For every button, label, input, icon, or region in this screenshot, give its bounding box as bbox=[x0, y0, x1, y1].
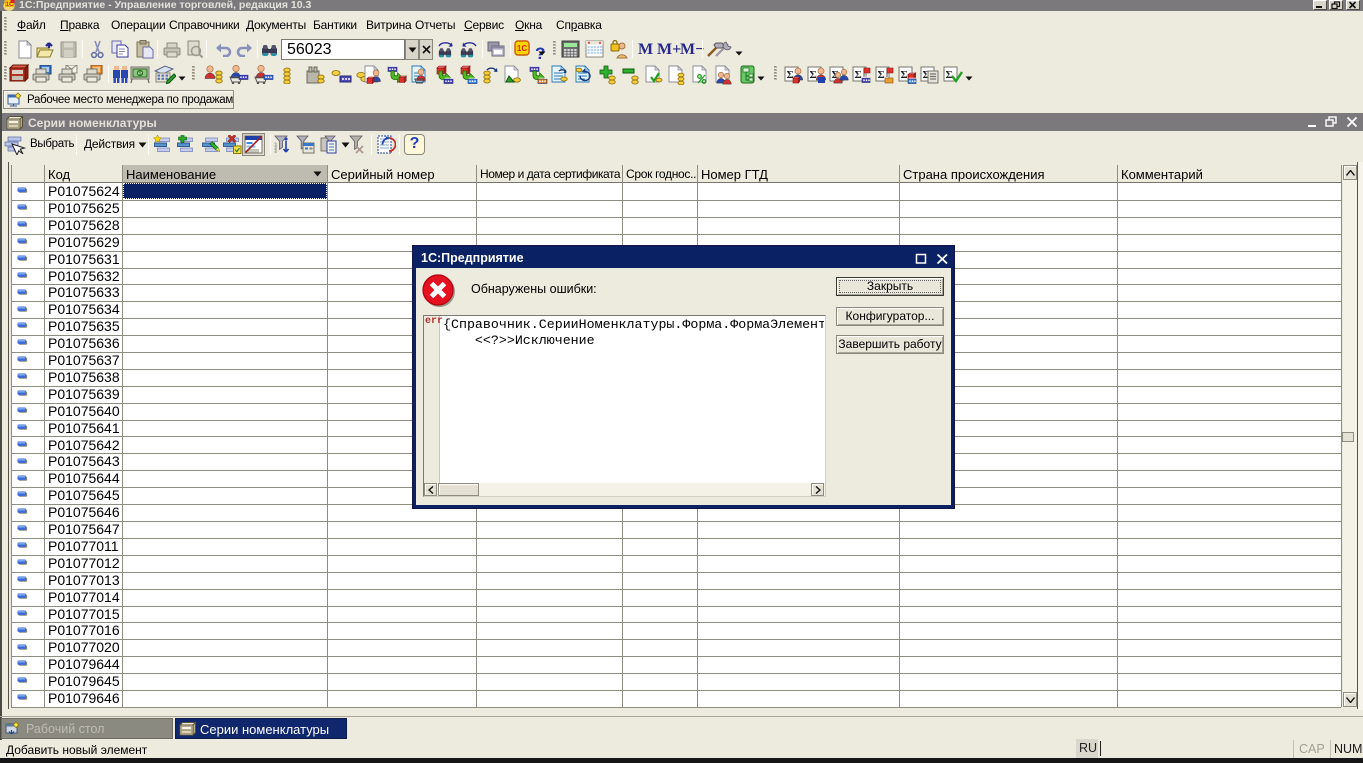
svg-text:Σ: Σ bbox=[878, 69, 885, 81]
svg-text:Σ: Σ bbox=[787, 69, 794, 81]
svg-text:1С: 1С bbox=[517, 44, 527, 53]
svg-text:Σ: Σ bbox=[810, 69, 817, 81]
svg-text:Σ: Σ bbox=[946, 69, 953, 81]
svg-text:$: $ bbox=[138, 71, 141, 77]
svg-text:Σ: Σ bbox=[901, 69, 908, 81]
svg-text:Σ: Σ bbox=[855, 69, 862, 81]
